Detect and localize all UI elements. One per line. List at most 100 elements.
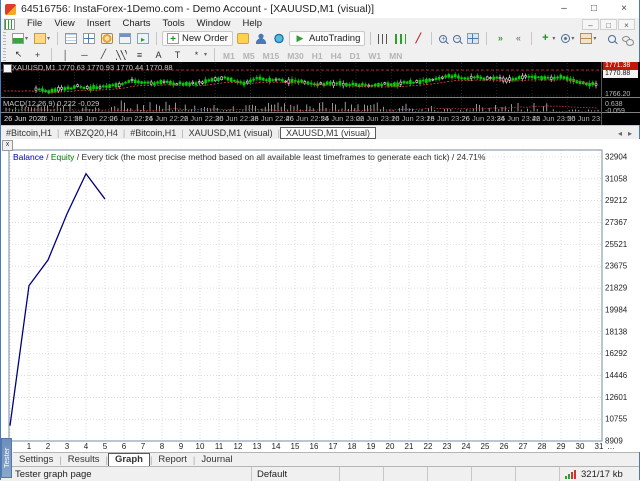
price-chart[interactable]: XAUUSD,M1 1770.63 1770.93 1770.44 1770.8…	[1, 62, 640, 125]
tester-tab-journal[interactable]: Journal	[195, 454, 238, 466]
maximize-button[interactable]: □	[579, 0, 609, 18]
timeframe-h4-button[interactable]: H4	[327, 51, 346, 61]
tab-scroll-right-button[interactable]: ▸	[625, 129, 635, 138]
channel-button[interactable]	[114, 47, 129, 62]
chart-window-icon[interactable]	[4, 18, 15, 30]
chart-tab-0[interactable]: #Bitcoin,H1	[1, 128, 57, 138]
child-minimize-button[interactable]: –	[582, 18, 599, 30]
chart-shift-button[interactable]: «	[510, 31, 526, 46]
community-button[interactable]	[271, 31, 287, 46]
arrows-button[interactable]: * ▾	[188, 47, 209, 62]
auto-scroll-button[interactable]: »	[492, 31, 508, 46]
market-watch-button[interactable]	[63, 31, 79, 46]
timeframe-mn-button[interactable]: MN	[385, 51, 406, 61]
zoom-out-icon: −	[453, 34, 462, 43]
chart-tab-3[interactable]: XAUUSD,M1 (visual)	[184, 128, 278, 138]
status-profile[interactable]: Default	[251, 467, 339, 481]
timeframe-h1-button[interactable]: H1	[308, 51, 327, 61]
line-chart-button[interactable]: ╱	[410, 31, 426, 46]
toolbar-drag-handle[interactable]	[3, 48, 6, 61]
minimize-button[interactable]: –	[549, 0, 579, 18]
autotrading-button[interactable]: ▶ AutoTrading	[288, 31, 366, 46]
navigator-button[interactable]	[99, 31, 115, 46]
templates-button[interactable]: ▾	[578, 31, 598, 46]
text-label-button[interactable]: T	[169, 47, 186, 62]
chevron-down-icon: ▾	[47, 36, 51, 42]
autotrading-label: AutoTrading	[308, 33, 361, 44]
cursor-button[interactable]: ↖	[10, 47, 27, 62]
indicators-button[interactable]: + ▾	[537, 31, 557, 46]
menu-item-tools[interactable]: Tools	[156, 18, 190, 29]
cursor-icon: ↖	[14, 49, 23, 59]
svg-text:27367: 27367	[605, 218, 628, 227]
bar-chart-button[interactable]	[376, 31, 391, 46]
text-button[interactable]: A	[150, 47, 167, 62]
price-scale: 1771.38 1770.88 1766.20 0.638 -0.059	[601, 62, 639, 125]
tester-close-button[interactable]: x	[2, 140, 13, 151]
timeframe-m5-button[interactable]: M5	[239, 51, 259, 61]
terminal-button[interactable]	[117, 31, 133, 46]
child-close-button[interactable]: ×	[618, 18, 635, 30]
tile-windows-button[interactable]	[465, 31, 481, 46]
menu-item-help[interactable]: Help	[236, 18, 268, 29]
chart-tab-1[interactable]: #XBZQ20,H4	[59, 128, 123, 138]
svg-text:30: 30	[576, 442, 585, 451]
strategy-tester-button[interactable]: ▸	[135, 31, 151, 46]
candlestick-button[interactable]	[393, 31, 408, 46]
tester-tab-graph[interactable]: Graph	[107, 453, 150, 467]
child-restore-button[interactable]: □	[600, 18, 617, 30]
horizontal-line-icon: ─	[81, 49, 88, 60]
vertical-line-button[interactable]: │	[57, 47, 74, 62]
chart-tab-2[interactable]: #Bitcoin,H1	[125, 128, 181, 138]
timeframe-m30-button[interactable]: M30	[283, 51, 308, 61]
status-traffic: 321/17 kb	[559, 467, 639, 481]
toolbar-separator	[214, 48, 216, 61]
tester-graph-legend: Balance / Equity / Every tick (the most …	[13, 152, 486, 162]
search-button[interactable]	[606, 31, 618, 46]
profiles-button[interactable]: ▾	[32, 31, 52, 46]
metaeditor-button[interactable]	[235, 31, 251, 46]
menu-item-view[interactable]: View	[48, 18, 80, 29]
trendline-button[interactable]: ╱	[95, 47, 112, 62]
tester-tab-bar: Settings | Results | Graph | Report | Journal	[13, 452, 639, 467]
tester-tab-settings[interactable]: Settings	[13, 454, 59, 466]
svg-text:24: 24	[462, 442, 471, 451]
zoom-in-icon: +	[439, 34, 448, 43]
menu-item-file[interactable]: File	[21, 18, 48, 29]
connection-signal-icon	[565, 469, 577, 479]
chat-button[interactable]	[620, 31, 634, 46]
periods-button[interactable]: ▾	[559, 31, 576, 46]
timeframe-m15-button[interactable]: M15	[259, 51, 284, 61]
timeframe-m1-button[interactable]: M1	[219, 51, 239, 61]
toolbar-drag-handle[interactable]	[3, 32, 6, 45]
tester-tab-report[interactable]: Report	[152, 454, 193, 466]
one-click-trading-button[interactable]	[3, 64, 12, 73]
macd-scale-min: -0.059	[605, 108, 625, 115]
timeframe-d1-button[interactable]: D1	[345, 51, 364, 61]
zoom-in-button[interactable]: +	[437, 31, 449, 46]
new-chart-button[interactable]: ▾	[10, 31, 30, 46]
chart-tab-4[interactable]: XAUUSD,M1 (visual)	[279, 127, 376, 139]
price-scale-label: 1766.20	[605, 91, 631, 98]
line-chart-icon: ╱	[415, 33, 422, 43]
fibonacci-button[interactable]: ≡	[131, 47, 148, 62]
toolbar-separator	[531, 32, 533, 45]
text-icon: A	[155, 49, 162, 60]
experts-button[interactable]	[253, 31, 269, 46]
tester-panel-tab[interactable]: Tester	[1, 438, 12, 478]
tester-graph[interactable]: 0123456789101112131415161718192021222324…	[1, 139, 640, 452]
tab-scroll-left-button[interactable]: ◂	[615, 129, 625, 138]
tester-tab-results[interactable]: Results	[62, 454, 106, 466]
zoom-out-button[interactable]: −	[451, 31, 463, 46]
menu-item-charts[interactable]: Charts	[117, 18, 157, 29]
status-message: Tester graph page	[15, 468, 92, 480]
strategy-tester-icon: ▸	[137, 33, 150, 44]
horizontal-line-button[interactable]: ─	[76, 47, 93, 62]
data-window-button[interactable]	[81, 31, 97, 46]
close-button[interactable]: ×	[609, 0, 639, 18]
timeframe-w1-button[interactable]: W1	[364, 51, 385, 61]
crosshair-button[interactable]: +	[29, 47, 46, 62]
new-order-button[interactable]: + New Order	[162, 31, 233, 46]
menu-item-window[interactable]: Window	[191, 18, 237, 29]
menu-item-insert[interactable]: Insert	[81, 18, 117, 29]
